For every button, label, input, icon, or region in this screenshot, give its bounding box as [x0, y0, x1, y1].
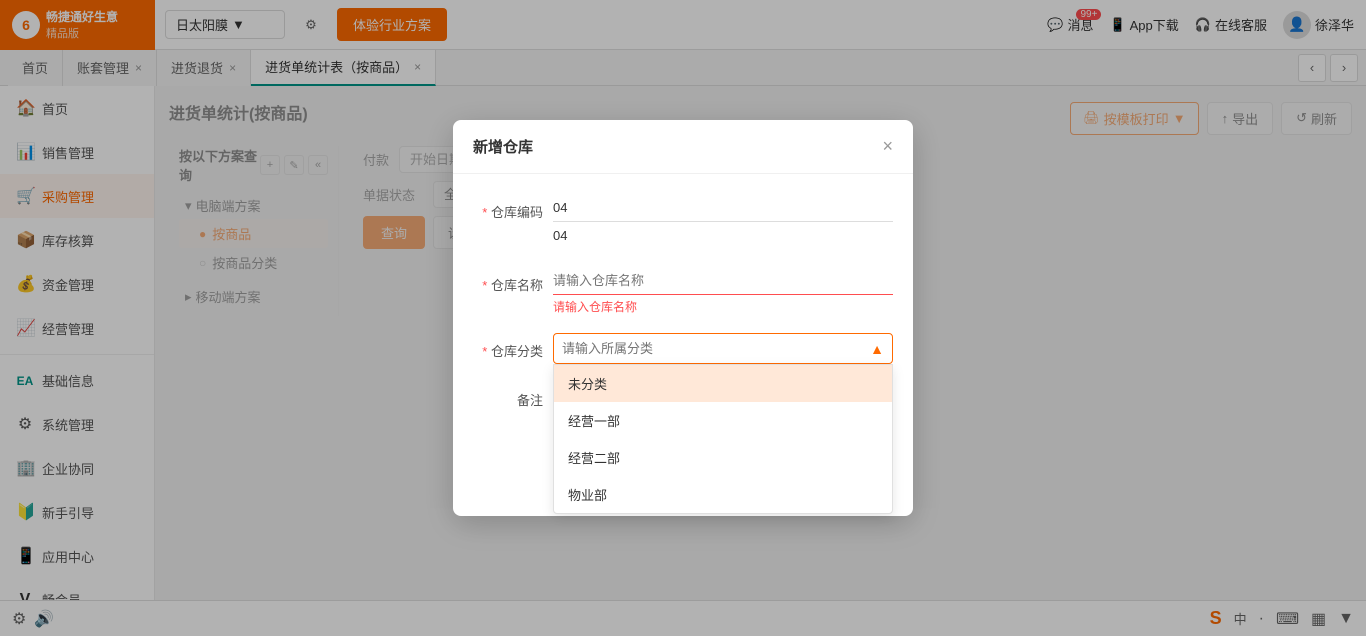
- dropdown-arrow-icon[interactable]: ▲: [870, 341, 884, 357]
- category-input-row[interactable]: ▲: [553, 333, 893, 364]
- modal-header: 新增仓库 ×: [453, 120, 913, 174]
- form-row-code: * 仓库编码 04: [473, 194, 893, 249]
- modal-title: 新增仓库: [473, 136, 533, 157]
- category-dropdown: ▲ 未分类 经营一部 经营二部 物业部: [553, 333, 893, 364]
- form-row-name: * 仓库名称 请输入仓库名称: [473, 267, 893, 315]
- name-label: * 仓库名称: [473, 267, 543, 294]
- category-dropdown-list: 未分类 经营一部 经营二部 物业部: [553, 364, 893, 514]
- code-field: 04: [553, 194, 893, 249]
- modal-close-button[interactable]: ×: [882, 136, 893, 157]
- dropdown-item-0[interactable]: 未分类: [554, 365, 892, 402]
- name-field: 请输入仓库名称: [553, 267, 893, 315]
- code-input[interactable]: [553, 194, 893, 222]
- category-label: * 仓库分类: [473, 333, 543, 360]
- dropdown-item-2[interactable]: 经营二部: [554, 439, 892, 476]
- modal-body: * 仓库编码 04 * 仓库名称 请输入仓库名称 * 仓库分类: [453, 174, 913, 448]
- dropdown-item-3[interactable]: 物业部: [554, 476, 892, 513]
- name-error-msg: 请输入仓库名称: [553, 298, 893, 315]
- add-warehouse-modal: 新增仓库 × * 仓库编码 04 * 仓库名称 请输入仓库名称: [453, 120, 913, 516]
- notes-label: 备注: [473, 382, 543, 409]
- code-label: * 仓库编码: [473, 194, 543, 221]
- category-input[interactable]: [562, 334, 870, 363]
- form-row-category: * 仓库分类 ▲ 未分类 经营一部 经营二部 物业部: [473, 333, 893, 364]
- name-input[interactable]: [553, 267, 893, 295]
- dropdown-item-1[interactable]: 经营一部: [554, 402, 892, 439]
